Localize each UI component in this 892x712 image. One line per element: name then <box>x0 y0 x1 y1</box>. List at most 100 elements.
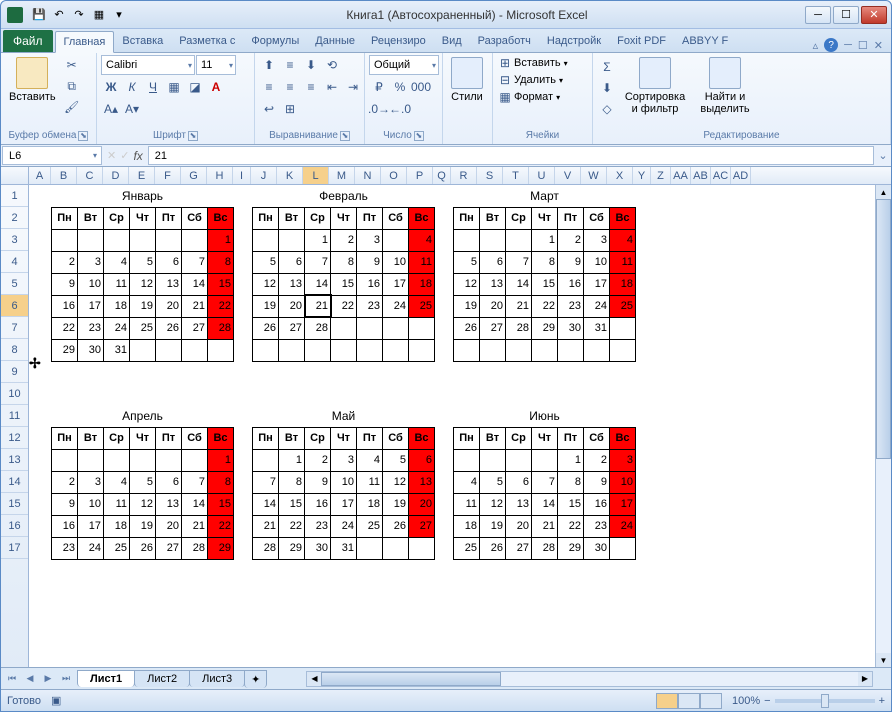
calendar-cell[interactable]: 9 <box>305 471 331 493</box>
calendar-cell[interactable]: 21 <box>305 295 331 317</box>
next-sheet-button[interactable]: ▶ <box>39 670 57 688</box>
calendar-cell[interactable]: 10 <box>331 471 357 493</box>
calendar-cell[interactable]: 18 <box>409 273 435 295</box>
calendar-cell[interactable]: 7 <box>182 471 208 493</box>
cut-button[interactable]: ✂ <box>62 55 82 75</box>
calendar-cell[interactable]: 24 <box>610 515 636 537</box>
col-header-L[interactable]: L <box>303 167 329 184</box>
col-header-G[interactable]: G <box>181 167 207 184</box>
col-header-M[interactable]: M <box>329 167 355 184</box>
sort-filter-button[interactable]: Сортировка и фильтр <box>619 55 691 117</box>
calendar-cell[interactable]: 2 <box>52 471 78 493</box>
calendar-cell[interactable]: 17 <box>331 493 357 515</box>
calendar-cell[interactable] <box>156 449 182 471</box>
qat-save-icon[interactable]: 💾 <box>30 6 48 24</box>
calendar-cell[interactable]: 14 <box>305 273 331 295</box>
calendar-cell[interactable]: 17 <box>383 273 409 295</box>
calendar-cell[interactable]: 21 <box>532 515 558 537</box>
scroll-down-icon[interactable]: ▼ <box>876 653 891 667</box>
calendar-cell[interactable]: 31 <box>104 339 130 361</box>
calendar-cell[interactable]: 22 <box>558 515 584 537</box>
calendar-cell[interactable] <box>480 339 506 361</box>
last-sheet-button[interactable]: ⏭ <box>57 670 75 688</box>
calendar-cell[interactable]: 5 <box>480 471 506 493</box>
ribbon-tab-0[interactable]: Главная <box>55 31 115 53</box>
prev-sheet-button[interactable]: ◀ <box>21 670 39 688</box>
number-launcher[interactable]: ⬊ <box>414 131 424 141</box>
sheet-tab-1[interactable]: Лист2 <box>134 670 190 687</box>
calendar-cell[interactable] <box>454 449 480 471</box>
ribbon-tab-4[interactable]: Данные <box>307 31 363 52</box>
row-header-13[interactable]: 13 <box>1 449 28 471</box>
minimize-button[interactable]: ─ <box>805 6 831 24</box>
scroll-left-icon[interactable]: ◀ <box>307 672 321 686</box>
calendar-cell[interactable]: 6 <box>279 251 305 273</box>
col-header-O[interactable]: O <box>381 167 407 184</box>
calendar-cell[interactable]: 18 <box>454 515 480 537</box>
calendar-cell[interactable]: 7 <box>182 251 208 273</box>
calendar-cell[interactable]: 13 <box>480 273 506 295</box>
calendar-cell[interactable]: 13 <box>506 493 532 515</box>
accept-formula-icon[interactable]: ✓ <box>120 149 129 162</box>
calendar-cell[interactable] <box>409 339 435 361</box>
calendar-cell[interactable]: 4 <box>104 251 130 273</box>
calendar-cell[interactable]: 13 <box>409 471 435 493</box>
calendar-cell[interactable]: 8 <box>208 471 234 493</box>
calendar-cell[interactable]: 19 <box>253 295 279 317</box>
calendar-cell[interactable]: 6 <box>409 449 435 471</box>
page-layout-view-button[interactable] <box>678 693 700 709</box>
calendar-cell[interactable]: 4 <box>357 449 383 471</box>
calendar-cell[interactable]: 3 <box>78 251 104 273</box>
calendar-cell[interactable]: 17 <box>610 493 636 515</box>
ribbon-minimize-icon[interactable]: ▵ <box>813 39 819 52</box>
ribbon-tab-2[interactable]: Разметка с <box>171 31 243 52</box>
calendar-cell[interactable]: 14 <box>182 273 208 295</box>
calendar-cell[interactable]: 25 <box>357 515 383 537</box>
calendar-cell[interactable]: 9 <box>558 251 584 273</box>
calendar-cell[interactable]: 4 <box>610 229 636 251</box>
italic-button[interactable]: К <box>122 77 142 97</box>
col-header-E[interactable]: E <box>129 167 155 184</box>
align-launcher[interactable]: ⬊ <box>340 131 350 141</box>
calendar-cell[interactable]: 28 <box>506 317 532 339</box>
calendar-cell[interactable]: 12 <box>480 493 506 515</box>
calendar-cell[interactable]: 15 <box>208 493 234 515</box>
calendar-cell[interactable] <box>279 229 305 251</box>
calendar-cell[interactable]: 20 <box>506 515 532 537</box>
doc-restore-icon[interactable]: ☐ <box>858 39 868 52</box>
help-icon[interactable]: ? <box>824 38 838 52</box>
name-box[interactable]: L6 <box>2 146 102 165</box>
currency-button[interactable]: ₽ <box>369 77 389 97</box>
calendar-cell[interactable] <box>104 229 130 251</box>
calendar-cell[interactable]: 18 <box>357 493 383 515</box>
calendar-cell[interactable]: 11 <box>104 493 130 515</box>
calendar-cell[interactable] <box>383 339 409 361</box>
row-header-8[interactable]: 8 <box>1 339 28 361</box>
calendar-cell[interactable]: 9 <box>52 273 78 295</box>
formula-input[interactable]: 21 <box>148 146 874 165</box>
calendar-cell[interactable] <box>253 229 279 251</box>
calendar-cell[interactable]: 12 <box>383 471 409 493</box>
calendar-cell[interactable]: 16 <box>357 273 383 295</box>
calendar-cell[interactable]: 1 <box>305 229 331 251</box>
calendar-cell[interactable]: 14 <box>182 493 208 515</box>
calendar-cell[interactable]: 18 <box>104 515 130 537</box>
calendar-cell[interactable]: 16 <box>52 295 78 317</box>
calendar-cell[interactable]: 6 <box>480 251 506 273</box>
ribbon-tab-9[interactable]: Foxit PDF <box>609 31 674 52</box>
first-sheet-button[interactable]: ⏮ <box>3 670 21 688</box>
doc-minimize-icon[interactable]: ─ <box>844 39 852 51</box>
calendar-cell[interactable] <box>584 339 610 361</box>
calendar-cell[interactable]: 4 <box>454 471 480 493</box>
calendar-cell[interactable]: 11 <box>454 493 480 515</box>
calendar-cell[interactable] <box>383 317 409 339</box>
calendar-cell[interactable]: 16 <box>305 493 331 515</box>
col-header-AC[interactable]: AC <box>711 167 731 184</box>
calendar-cell[interactable]: 26 <box>130 537 156 559</box>
macro-record-icon[interactable]: ▣ <box>51 694 61 707</box>
calendar-cell[interactable] <box>156 229 182 251</box>
zoom-in-button[interactable]: + <box>879 695 885 707</box>
calendar-cell[interactable]: 23 <box>558 295 584 317</box>
calendar-cell[interactable]: 15 <box>532 273 558 295</box>
sheet-tab-2[interactable]: Лист3 <box>189 670 245 687</box>
